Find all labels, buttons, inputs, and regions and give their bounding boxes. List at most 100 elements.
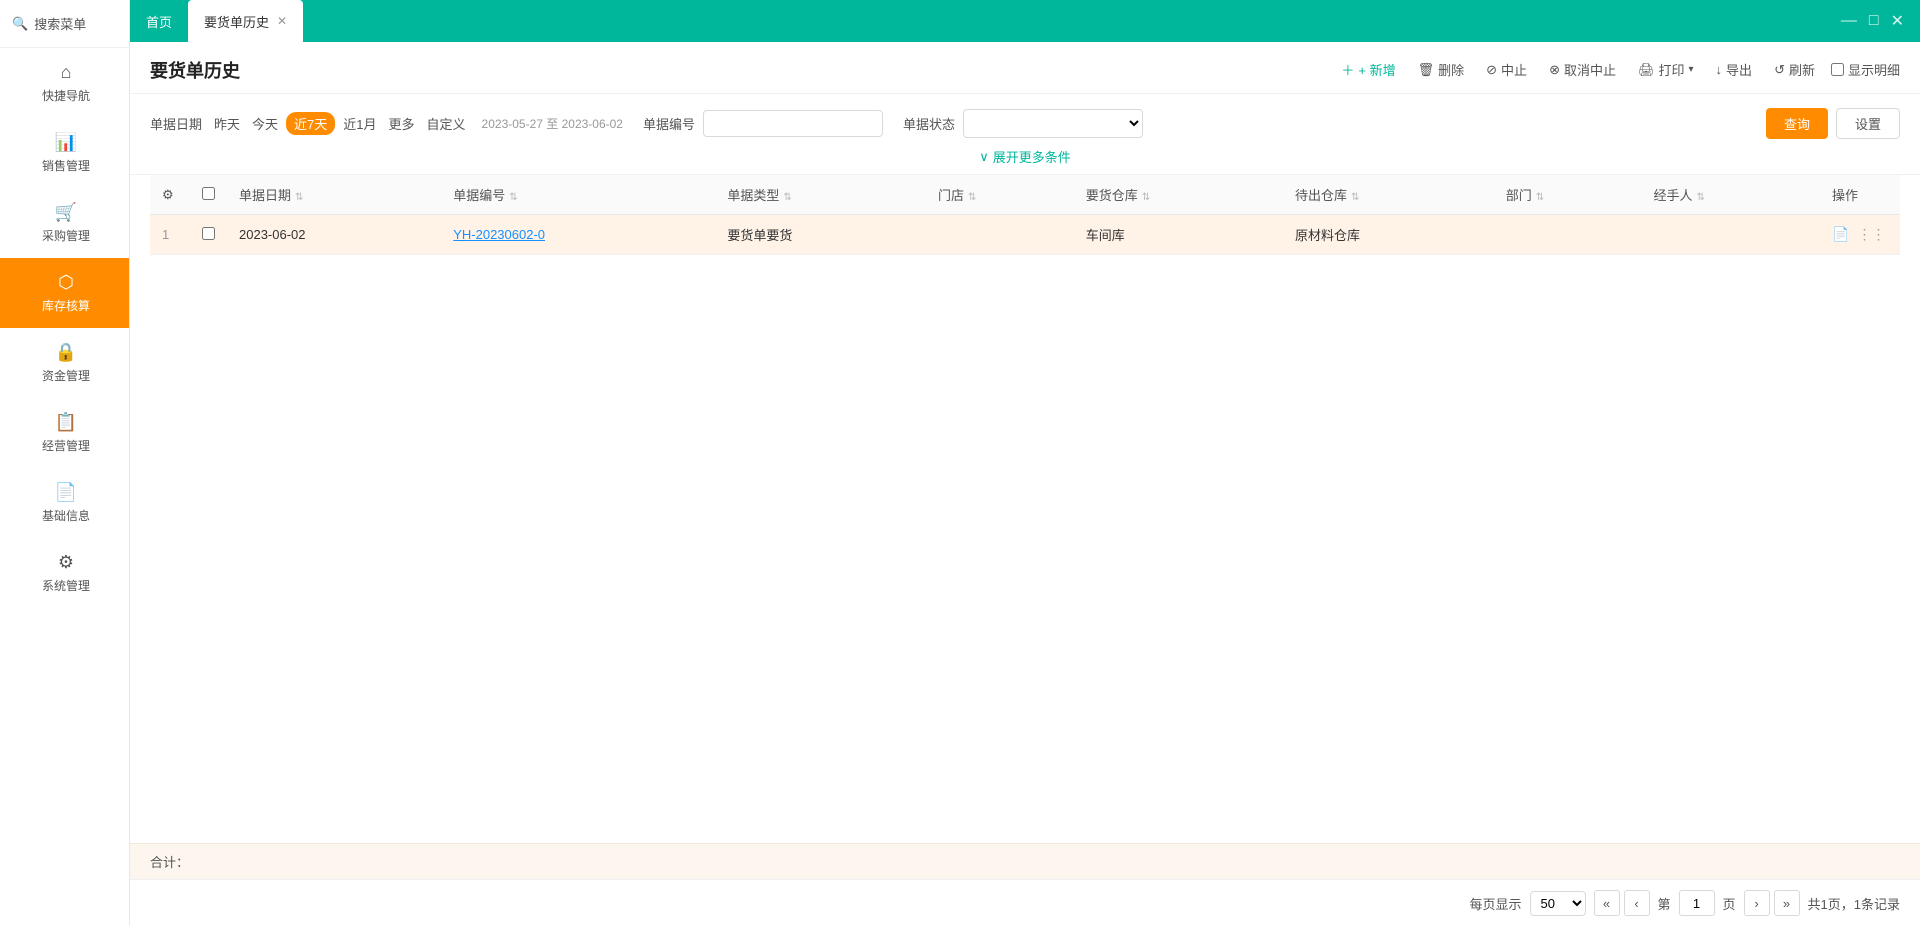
topbar: 首页 要货单历史 ✕ — □ ✕ (130, 0, 1920, 42)
cell-op: 📄 ⋮⋮ (1820, 215, 1900, 255)
finance-icon: 🔒 (55, 342, 77, 363)
sidebar-item-label: 系统管理 (42, 577, 90, 594)
cell-req-wh: 车间库 (1074, 215, 1283, 255)
tab-history-label: 要货单历史 (204, 12, 269, 31)
col-doc-no[interactable]: 单据编号⇅ (441, 175, 715, 215)
sidebar-item-sales[interactable]: 📊 销售管理 (0, 118, 129, 188)
date-more[interactable]: 更多 (385, 112, 419, 135)
inventory-icon: ⬡ (58, 272, 74, 293)
sidebar-search-label: 搜索菜单 (34, 14, 86, 33)
query-button[interactable]: 查询 (1766, 108, 1828, 139)
tab-home[interactable]: 首页 (130, 0, 188, 42)
filter-area: 单据日期 昨天 今天 近7天 近1月 更多 自定义 2023-05-27 至 2… (130, 94, 1920, 175)
more-icon[interactable]: ⋮⋮ (1857, 226, 1885, 243)
total-label: 合计： (150, 855, 189, 870)
page-suffix: 页 (1719, 894, 1740, 913)
cell-store (926, 215, 1074, 255)
col-doc-type[interactable]: 单据类型⇅ (715, 175, 926, 215)
date-today[interactable]: 今天 (248, 112, 282, 135)
cell-checkbox[interactable] (190, 215, 227, 255)
status-select[interactable] (963, 109, 1143, 138)
settings-button[interactable]: 设置 (1836, 108, 1900, 139)
cancel-stop-icon: ⊗ (1549, 62, 1560, 78)
sidebar-item-purchase[interactable]: 🛒 采购管理 (0, 188, 129, 258)
date-yesterday[interactable]: 昨天 (210, 112, 244, 135)
delete-label: 删除 (1438, 60, 1464, 79)
sidebar: 🔍 搜索菜单 ⌂ 快捷导航 📊 销售管理 🛒 采购管理 ⬡ 库存核算 🔒 资金管… (0, 0, 130, 926)
doc-no-input[interactable] (703, 110, 883, 137)
export-button[interactable]: ↓ 导出 (1710, 56, 1759, 83)
sidebar-item-basic[interactable]: 📄 基础信息 (0, 468, 129, 538)
maximize-icon[interactable]: □ (1869, 12, 1879, 30)
topbar-right: — □ ✕ (1841, 11, 1920, 31)
delete-icon: 🗑 (1418, 62, 1435, 78)
expand-conditions-button[interactable]: ∨ 展开更多条件 (150, 147, 1900, 166)
display-detail-checkbox[interactable] (1831, 63, 1844, 76)
refresh-button[interactable]: ↺ 刷新 (1768, 56, 1821, 83)
main-content: 首页 要货单历史 ✕ — □ ✕ 要货单历史 ＋ + 新增 🗑 删除 (130, 0, 1920, 926)
display-detail-toggle[interactable]: 显示明细 (1831, 60, 1900, 79)
table-row[interactable]: 1 2023-06-02 YH-20230602-0 要货单要货 车间库 原材料… (150, 215, 1900, 255)
cell-dept (1494, 215, 1642, 255)
table-header-row: ⚙ 单据日期⇅ 单据编号⇅ 单据类型⇅ 门店⇅ 要货仓库⇅ 待出仓库⇅ 部门⇅ … (150, 175, 1900, 215)
sidebar-search[interactable]: 🔍 搜索菜单 (0, 0, 129, 48)
doc-no-filter-group: 单据编号 (643, 110, 883, 137)
doc-no-link[interactable]: YH-20230602-0 (453, 227, 545, 242)
per-page-label: 每页显示 (1469, 894, 1521, 913)
col-req-wh[interactable]: 要货仓库⇅ (1074, 175, 1283, 215)
page-input[interactable] (1679, 890, 1715, 916)
sidebar-item-quick-nav[interactable]: ⌂ 快捷导航 (0, 48, 129, 118)
minimize-icon[interactable]: — (1841, 12, 1857, 30)
sidebar-item-label: 采购管理 (42, 227, 90, 244)
sidebar-item-operation[interactable]: 📋 经营管理 (0, 398, 129, 468)
cancel-stop-button[interactable]: ⊗ 取消中止 (1543, 56, 1622, 83)
sidebar-item-inventory[interactable]: ⬡ 库存核算 (0, 258, 129, 328)
col-store[interactable]: 门店⇅ (926, 175, 1074, 215)
per-page-select[interactable]: 50 10 20 100 (1530, 891, 1586, 916)
cell-doc-type: 要货单要货 (715, 215, 926, 255)
cell-pending-wh: 原材料仓库 (1283, 215, 1494, 255)
next-page-button[interactable]: › (1744, 890, 1770, 916)
refresh-icon: ↺ (1774, 62, 1785, 78)
basic-icon: 📄 (55, 482, 77, 503)
tab-close-icon[interactable]: ✕ (277, 14, 287, 28)
date-range-text: 2023-05-27 至 2023-06-02 (482, 115, 623, 132)
cell-handler (1641, 215, 1820, 255)
header-actions: ＋ + 新增 🗑 删除 ⊘ 中止 ⊗ 取消中止 🖨 打印 (1335, 56, 1900, 83)
prev-page-button[interactable]: ‹ (1624, 890, 1650, 916)
select-all-checkbox[interactable] (202, 187, 215, 200)
delete-button[interactable]: 🗑 删除 (1412, 56, 1471, 83)
col-handler[interactable]: 经手人⇅ (1641, 175, 1820, 215)
new-button[interactable]: ＋ + 新增 (1335, 56, 1401, 83)
filter-row: 单据日期 昨天 今天 近7天 近1月 更多 自定义 2023-05-27 至 2… (150, 108, 1900, 139)
page-header: 要货单历史 ＋ + 新增 🗑 删除 ⊘ 中止 ⊗ 取消中止 (130, 42, 1920, 94)
page-title: 要货单历史 (150, 57, 240, 83)
table-container: ⚙ 单据日期⇅ 单据编号⇅ 单据类型⇅ 门店⇅ 要货仓库⇅ 待出仓库⇅ 部门⇅ … (130, 175, 1920, 843)
status-label: 单据状态 (903, 114, 955, 133)
first-page-button[interactable]: « (1594, 890, 1620, 916)
tab-history[interactable]: 要货单历史 ✕ (188, 0, 303, 42)
print-button[interactable]: 🖨 打印 ▾ (1632, 56, 1700, 83)
sidebar-item-label: 库存核算 (42, 297, 90, 314)
home-icon: ⌂ (61, 62, 72, 83)
last-page-button[interactable]: » (1774, 890, 1800, 916)
col-checkbox[interactable] (190, 175, 227, 215)
cell-doc-no[interactable]: YH-20230602-0 (441, 215, 715, 255)
sidebar-item-label: 资金管理 (42, 367, 90, 384)
col-settings[interactable]: ⚙ (150, 175, 190, 215)
stop-button[interactable]: ⊘ 中止 (1480, 56, 1533, 83)
col-date[interactable]: 单据日期⇅ (227, 175, 441, 215)
date-7days[interactable]: 近7天 (286, 112, 335, 135)
date-custom[interactable]: 自定义 (423, 112, 470, 135)
content-area: 要货单历史 ＋ + 新增 🗑 删除 ⊘ 中止 ⊗ 取消中止 (130, 42, 1920, 926)
sidebar-item-label: 快捷导航 (42, 87, 90, 104)
date-1month[interactable]: 近1月 (339, 112, 380, 135)
sidebar-item-system[interactable]: ⚙ 系统管理 (0, 538, 129, 608)
row-checkbox[interactable] (202, 227, 215, 240)
view-icon[interactable]: 📄 (1832, 226, 1849, 243)
col-dept[interactable]: 部门⇅ (1494, 175, 1642, 215)
col-pending-wh[interactable]: 待出仓库⇅ (1283, 175, 1494, 215)
sidebar-item-finance[interactable]: 🔒 资金管理 (0, 328, 129, 398)
close-icon[interactable]: ✕ (1891, 11, 1904, 31)
stop-icon: ⊘ (1486, 62, 1497, 78)
